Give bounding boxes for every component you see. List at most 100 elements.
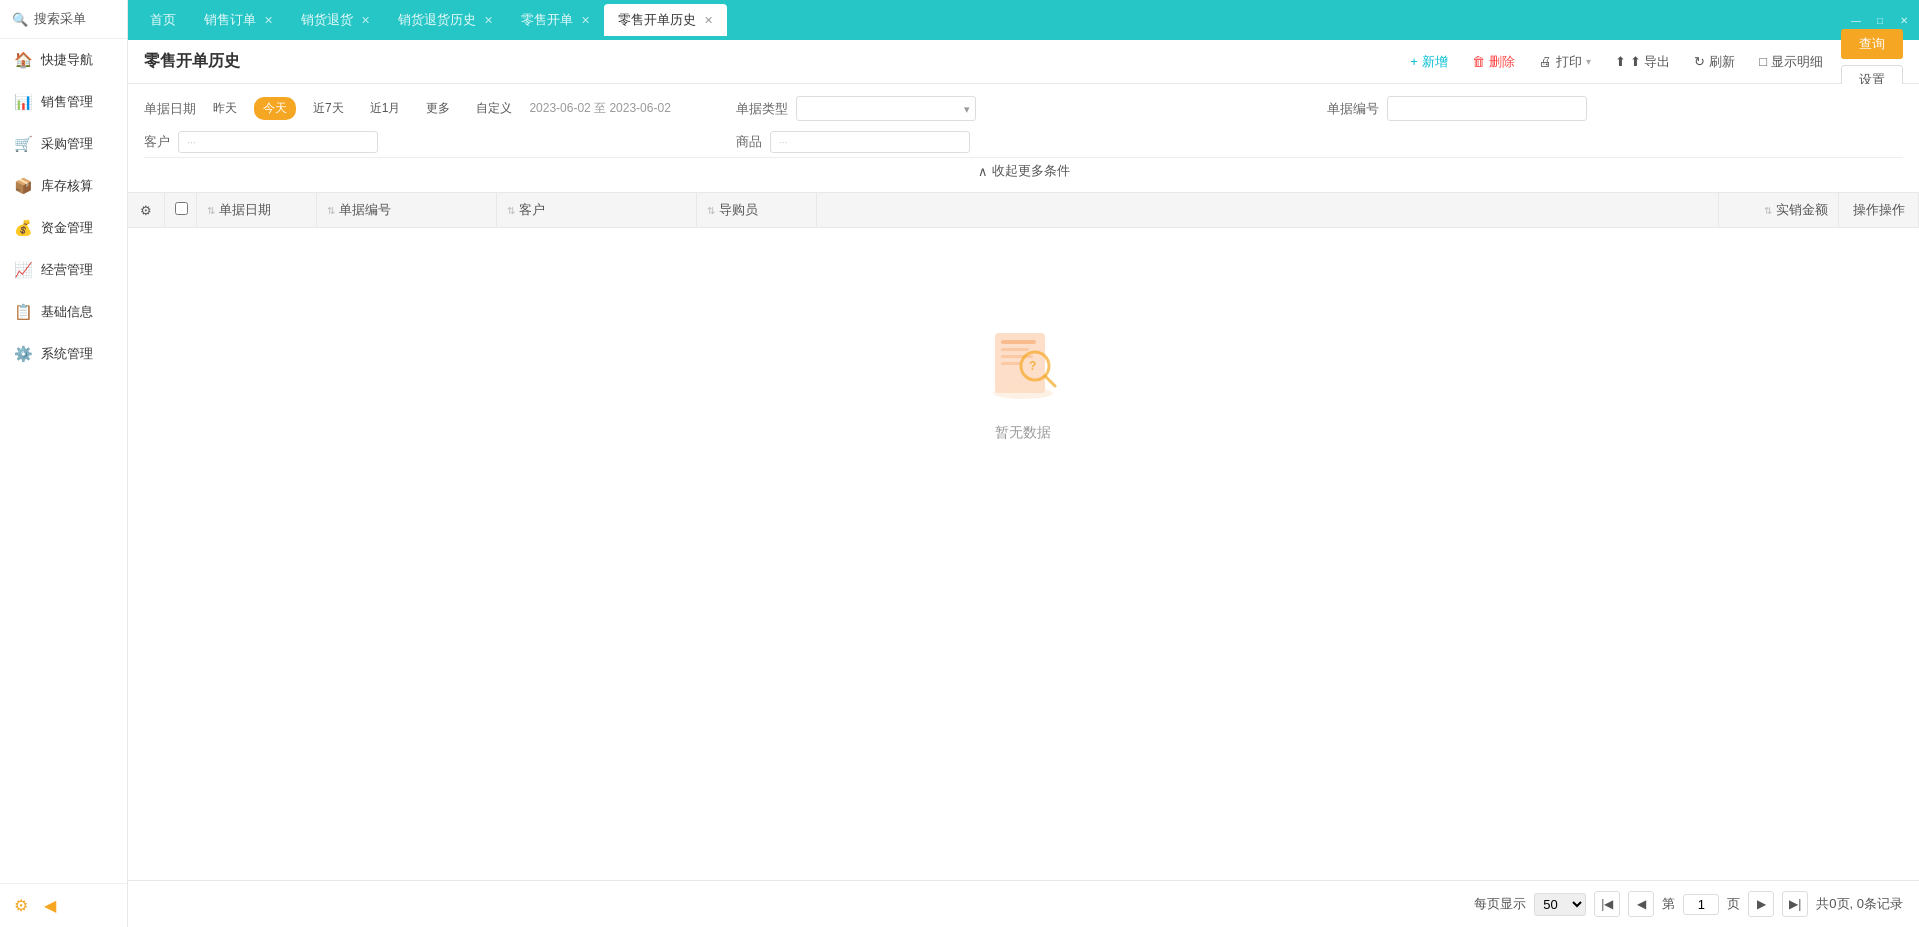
date-btn-last7[interactable]: 近7天 <box>304 97 353 120</box>
sidebar-item-finance[interactable]: 💰 资金管理 <box>0 207 127 249</box>
tab-sales-return-history[interactable]: 销货退货历史 ✕ <box>384 4 507 36</box>
filter-customer-label: 客户 <box>144 133 170 151</box>
filter-num-input[interactable] <box>1387 96 1587 121</box>
money-icon: 💰 <box>14 219 33 237</box>
date-btn-custom[interactable]: 自定义 <box>467 97 521 120</box>
tab-retail-open-label: 零售开单 <box>521 11 573 29</box>
close-btn[interactable]: ✕ <box>1897 13 1911 27</box>
sidebar-item-purchase-mgmt[interactable]: 🛒 采购管理 <box>0 123 127 165</box>
refresh-label: 刷新 <box>1709 53 1735 71</box>
collapse-sidebar-icon[interactable]: ◀ <box>44 896 56 915</box>
sidebar-item-label: 资金管理 <box>41 219 93 237</box>
tab-sales-order-close[interactable]: ✕ <box>264 14 273 27</box>
export-icon: ⬆ <box>1615 54 1626 69</box>
filter-collapse-btn[interactable]: ∧ 收起更多条件 <box>144 157 1903 184</box>
display-detail-button[interactable]: □ 显示明细 <box>1753 49 1829 75</box>
maximize-btn[interactable]: □ <box>1873 13 1887 27</box>
sidebar-item-quick-nav[interactable]: 🏠 快捷导航 <box>0 39 127 81</box>
date-btn-last-month[interactable]: 近1月 <box>361 97 410 120</box>
empty-cell: ? 暂无数据 <box>128 228 1919 503</box>
sidebar-item-inventory[interactable]: 📦 库存核算 <box>0 165 127 207</box>
last-page-btn[interactable]: ▶| <box>1782 891 1808 917</box>
filter-date-label: 单据日期 <box>144 100 196 118</box>
filter-collapse-label: 收起更多条件 <box>992 162 1070 180</box>
delete-label: 删除 <box>1489 53 1515 71</box>
per-page-select[interactable]: 50 100 200 <box>1534 893 1586 916</box>
prev-page-btn[interactable]: ◀ <box>1628 891 1654 917</box>
th-customer[interactable]: ⇅客户 <box>496 193 696 228</box>
per-page-label: 每页显示 <box>1474 895 1526 913</box>
date-btn-yesterday[interactable]: 昨天 <box>204 97 246 120</box>
filter-row-1: 单据日期 昨天 今天 近7天 近1月 更多 自定义 2023-06-02 至 2… <box>144 96 1903 121</box>
sidebar-item-operation[interactable]: 📈 经营管理 <box>0 249 127 291</box>
display-label: 显示明细 <box>1771 53 1823 71</box>
export-button[interactable]: ⬆ ⬆ 导出 <box>1609 49 1677 75</box>
svg-rect-5 <box>1001 362 1021 365</box>
table-body: ? 暂无数据 <box>128 228 1919 503</box>
date-btn-more[interactable]: 更多 <box>417 97 459 120</box>
sidebar-item-label: 快捷导航 <box>41 51 93 69</box>
svg-line-7 <box>1045 376 1055 386</box>
filter-area: 单据日期 昨天 今天 近7天 近1月 更多 自定义 2023-06-02 至 2… <box>128 84 1919 193</box>
page-end-label: 页 <box>1727 895 1740 913</box>
sidebar-search-label: 搜索采单 <box>34 10 86 28</box>
sidebar-item-sales-mgmt[interactable]: 📊 销售管理 <box>0 81 127 123</box>
tab-retail-open-history[interactable]: 零售开单历史 ✕ <box>604 4 727 36</box>
th-num[interactable]: ⇅单据编号 <box>316 193 496 228</box>
th-rest <box>816 193 1719 228</box>
empty-state: ? 暂无数据 <box>128 228 1919 502</box>
chevron-up-icon: ∧ <box>978 164 988 179</box>
tab-retail-open-close[interactable]: ✕ <box>581 14 590 27</box>
select-all-checkbox[interactable] <box>175 202 188 215</box>
minimize-btn[interactable]: — <box>1849 13 1863 27</box>
print-arrow: ▾ <box>1586 56 1591 67</box>
filter-num-label: 单据编号 <box>1327 100 1379 118</box>
settings-footer-icon[interactable]: ⚙ <box>14 896 28 915</box>
filter-customer-input[interactable]: ··· <box>178 131 378 153</box>
sidebar-item-sys-mgmt[interactable]: ⚙️ 系统管理 <box>0 333 127 375</box>
filter-type-label: 单据类型 <box>736 100 788 118</box>
next-page-btn[interactable]: ▶ <box>1748 891 1774 917</box>
cart-icon: 🛒 <box>14 135 33 153</box>
th-amount[interactable]: ⇅实销金额 <box>1719 193 1839 228</box>
filter-type-select[interactable] <box>796 96 976 121</box>
tab-sales-return-history-close[interactable]: ✕ <box>484 14 493 27</box>
home-icon: 🏠 <box>14 51 33 69</box>
tab-sales-order[interactable]: 销售订单 ✕ <box>190 4 287 36</box>
content-area: ⚙ ⇅单据日期 ⇅单据编号 ⇅客户 ⇅导购员 ⇅实销金额 操作操作 <box>128 193 1919 927</box>
delete-button[interactable]: 🗑 删除 <box>1466 49 1521 75</box>
filter-num-cell: 单据编号 <box>1327 96 1903 121</box>
th-date[interactable]: ⇅单据日期 <box>196 193 316 228</box>
date-btn-today[interactable]: 今天 <box>254 97 296 120</box>
print-button[interactable]: 🖨 打印 ▾ <box>1533 49 1597 75</box>
trend-icon: 📈 <box>14 261 33 279</box>
th-check[interactable] <box>164 193 196 228</box>
th-gear[interactable]: ⚙ <box>128 193 164 228</box>
print-label: 打印 <box>1556 53 1582 71</box>
tab-retail-open[interactable]: 零售开单 ✕ <box>507 4 604 36</box>
add-button[interactable]: + 新增 <box>1404 49 1453 75</box>
refresh-button[interactable]: ↻ 刷新 <box>1688 49 1741 75</box>
empty-text: 暂无数据 <box>995 424 1051 442</box>
tab-retail-open-history-close[interactable]: ✕ <box>704 14 713 27</box>
first-page-btn[interactable]: |◀ <box>1594 891 1620 917</box>
trash-icon: 🗑 <box>1472 54 1485 69</box>
filter-row-2: 客户 ··· 商品 ··· <box>144 131 1903 153</box>
tab-sales-return[interactable]: 销货退货 ✕ <box>287 4 384 36</box>
th-guide[interactable]: ⇅导购员 <box>696 193 816 228</box>
tab-home[interactable]: 首页 <box>136 4 190 36</box>
filter-goods-input[interactable]: ··· <box>770 131 970 153</box>
page-title: 零售开单历史 <box>144 51 240 72</box>
sidebar: 🔍 搜索采单 🏠 快捷导航 📊 销售管理 🛒 采购管理 📦 库存核算 💰 资金管… <box>0 0 128 927</box>
page-input[interactable] <box>1683 894 1719 915</box>
sidebar-nav: 🏠 快捷导航 📊 销售管理 🛒 采购管理 📦 库存核算 💰 资金管理 📈 经营管… <box>0 39 127 883</box>
sidebar-item-label: 系统管理 <box>41 345 93 363</box>
box-icon: 📦 <box>14 177 33 195</box>
pagination: 每页显示 50 100 200 |◀ ◀ 第 页 ▶ ▶| 共0页, 0条记录 <box>128 880 1919 927</box>
sidebar-item-label: 销售管理 <box>41 93 93 111</box>
sidebar-search[interactable]: 🔍 搜索采单 <box>0 0 127 39</box>
tab-sales-return-close[interactable]: ✕ <box>361 14 370 27</box>
sidebar-item-basic-info[interactable]: 📋 基础信息 <box>0 291 127 333</box>
data-table: ⚙ ⇅单据日期 ⇅单据编号 ⇅客户 ⇅导购员 ⇅实销金额 操作操作 <box>128 193 1919 502</box>
query-button[interactable]: 查询 <box>1841 29 1903 59</box>
